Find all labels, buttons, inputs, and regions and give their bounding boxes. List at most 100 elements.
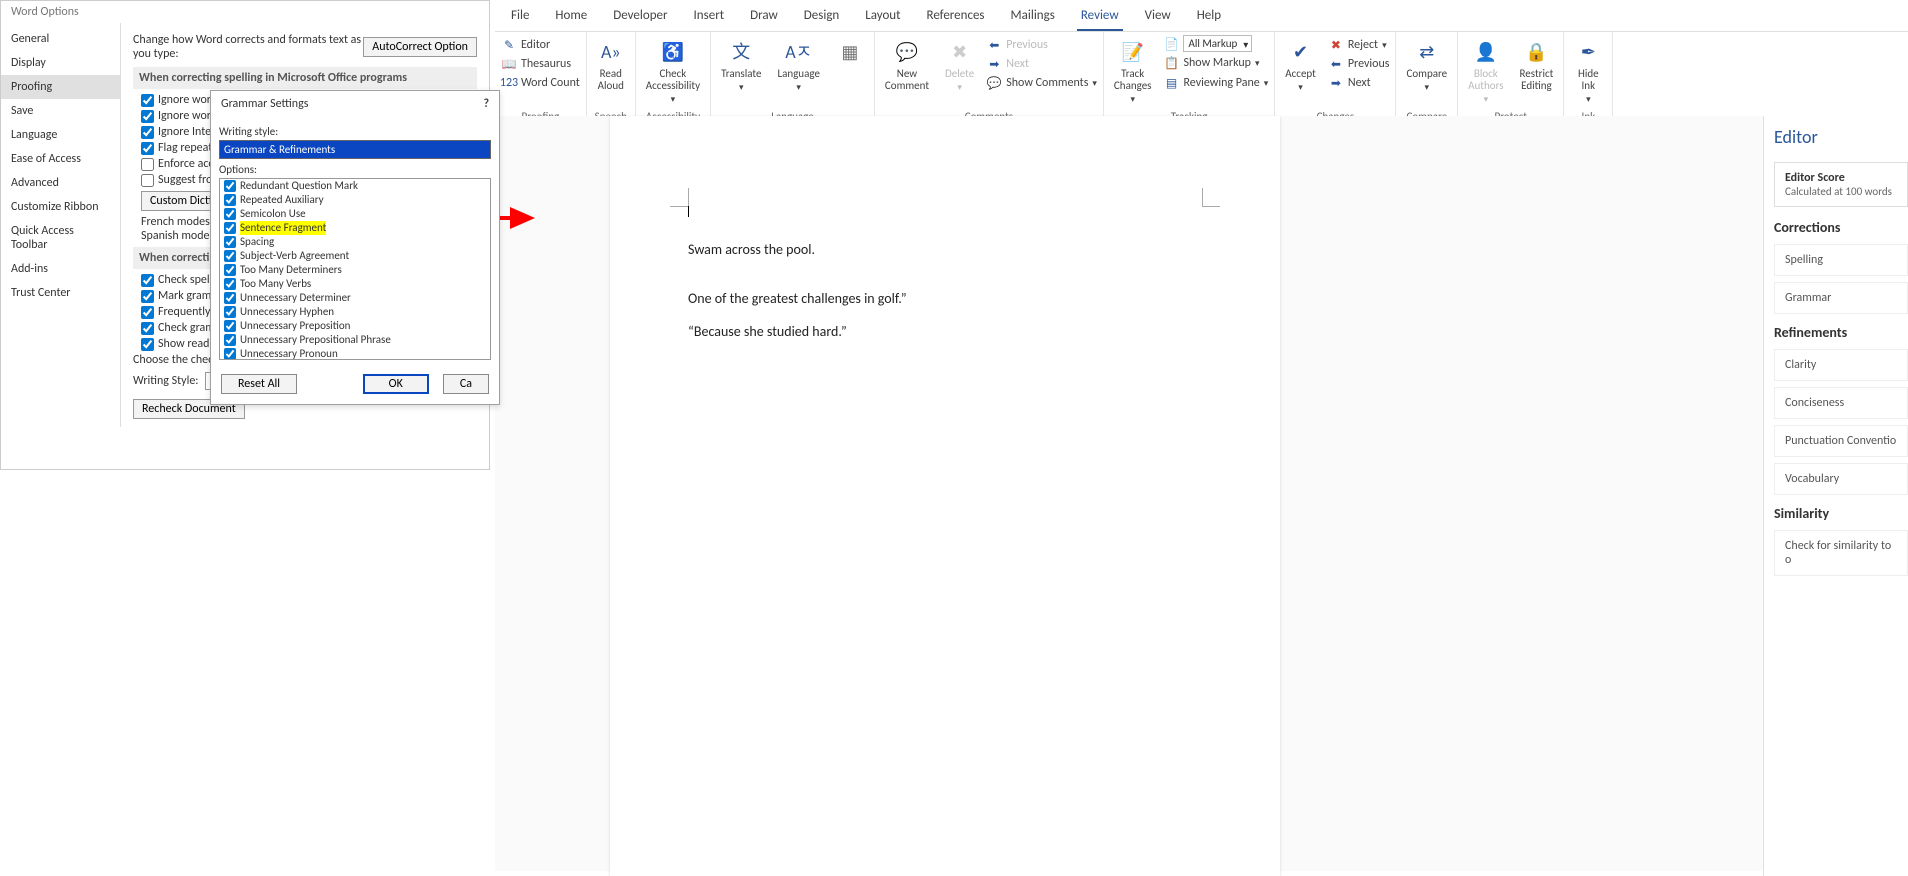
grammar-option-checkbox[interactable] [224, 264, 236, 276]
tab-view[interactable]: View [1141, 6, 1175, 31]
grammar-option-item[interactable]: Unnecessary Pronoun [220, 347, 490, 360]
editor-clarity-item[interactable]: Clarity [1774, 349, 1908, 381]
grammar-option-checkbox[interactable] [224, 278, 236, 290]
restrict-editing-button[interactable]: 🔒Restrict Editing [1516, 36, 1558, 94]
grammar-option-checkbox[interactable] [224, 222, 236, 234]
nav-trust[interactable]: Trust Center [1, 281, 120, 305]
document-area: Swam across the pool. One of the greates… [495, 116, 1908, 871]
paragraph[interactable]: Swam across the pool. [688, 241, 1202, 258]
tab-home[interactable]: Home [551, 6, 591, 31]
editor-conciseness-item[interactable]: Conciseness [1774, 387, 1908, 419]
grammar-option-checkbox[interactable] [224, 236, 236, 248]
grammar-option-checkbox[interactable] [224, 180, 236, 192]
thesaurus-button[interactable]: 📖Thesaurus [501, 55, 580, 73]
check-accessibility-button[interactable]: ♿Check Accessibility [642, 36, 704, 108]
tab-help[interactable]: Help [1193, 6, 1225, 31]
cancel-button[interactable]: Ca [443, 374, 489, 394]
accept-button[interactable]: ✔Accept [1281, 36, 1320, 96]
nav-proofing[interactable]: Proofing [1, 75, 120, 99]
grammar-option-checkbox[interactable] [224, 334, 236, 346]
nav-advanced[interactable]: Advanced [1, 171, 120, 195]
markup-dropdown[interactable]: All Markup [1183, 37, 1252, 51]
nav-general[interactable]: General [1, 27, 120, 51]
help-icon[interactable]: ? [483, 97, 489, 111]
grammar-option-item[interactable]: Semicolon Use [220, 207, 490, 221]
nav-ease[interactable]: Ease of Access [1, 147, 120, 171]
grammar-option-label: Too Many Determiners [240, 263, 342, 277]
tab-draw[interactable]: Draw [746, 6, 782, 31]
nav-addins[interactable]: Add-ins [1, 257, 120, 281]
nav-qat[interactable]: Quick Access Toolbar [1, 219, 120, 257]
grammar-option-checkbox[interactable] [224, 292, 236, 304]
delete-comment-button[interactable]: ✖Delete [941, 36, 978, 96]
nav-language[interactable]: Language [1, 123, 120, 147]
editor-grammar-item[interactable]: Grammar [1774, 282, 1908, 314]
paragraph[interactable]: One of the greatest challenges in golf.” [688, 290, 1202, 307]
writing-style-dropdown[interactable]: Grammar & Refinements [219, 140, 491, 159]
tab-file[interactable]: File [507, 6, 533, 31]
show-comments-button[interactable]: 💬Show Comments [986, 74, 1097, 92]
reject-button[interactable]: ✖Reject [1328, 36, 1390, 54]
grammar-option-item[interactable]: Unnecessary Prepositional Phrase [220, 333, 490, 347]
new-comment-button[interactable]: 💬New Comment [881, 36, 933, 94]
tab-references[interactable]: References [923, 6, 989, 31]
language-button[interactable]: AㅈLanguage [773, 36, 823, 96]
grammar-options-list[interactable]: Redundant Question MarkRepeated Auxiliar… [219, 178, 491, 360]
show-markup-button[interactable]: 📋Show Markup [1163, 54, 1268, 72]
grammar-option-item[interactable]: Repeated Auxiliary [220, 193, 490, 207]
tab-mailings[interactable]: Mailings [1007, 6, 1059, 31]
custom-dictionaries-button[interactable]: Custom Dicti [141, 191, 221, 211]
tab-review[interactable]: Review [1077, 6, 1123, 31]
grammar-option-checkbox[interactable] [224, 250, 236, 262]
editor-button[interactable]: ✎Editor [501, 36, 580, 54]
block-authors-button[interactable]: 👤Block Authors [1464, 36, 1507, 108]
grammar-option-checkbox[interactable] [224, 208, 236, 220]
grammar-option-item[interactable]: Sentence Fragment [220, 221, 490, 235]
editor-punctuation-item[interactable]: Punctuation Conventio [1774, 425, 1908, 457]
paragraph[interactable]: “Because she studied hard.” [688, 323, 1202, 340]
grammar-option-label: Too Many Verbs [240, 277, 311, 291]
ok-button[interactable]: OK [363, 374, 429, 394]
document-page[interactable]: Swam across the pool. One of the greates… [610, 116, 1280, 876]
grammar-option-item[interactable]: Redundant Question Mark [220, 179, 490, 193]
grammar-option-item[interactable]: Unnecessary Hyphen [220, 305, 490, 319]
next-comment-button[interactable]: ➡Next [986, 55, 1097, 73]
tab-insert[interactable]: Insert [690, 6, 729, 31]
tab-design[interactable]: Design [800, 6, 843, 31]
lang-extra-button[interactable]: ▦ [832, 36, 868, 68]
word-count-button[interactable]: 123Word Count [501, 74, 580, 92]
grammar-option-item[interactable]: Too Many Verbs [220, 277, 490, 291]
editor-score-card[interactable]: Editor Score Calculated at 100 words [1774, 162, 1908, 207]
editor-spelling-item[interactable]: Spelling [1774, 244, 1908, 276]
autocorrect-options-button[interactable]: AutoCorrect Option [363, 37, 477, 57]
nav-save[interactable]: Save [1, 99, 120, 123]
tab-developer[interactable]: Developer [609, 6, 671, 31]
grammar-option-checkbox[interactable] [224, 348, 236, 360]
editor-vocabulary-item[interactable]: Vocabulary [1774, 463, 1908, 495]
grammar-option-checkbox[interactable] [224, 194, 236, 206]
reset-all-button[interactable]: Reset All [221, 374, 297, 394]
hide-ink-button[interactable]: ✒Hide Ink [1570, 36, 1606, 108]
previous-change-button[interactable]: ⬅Previous [1328, 55, 1390, 73]
grammar-option-item[interactable]: Too Many Determiners [220, 263, 490, 277]
tab-layout[interactable]: Layout [861, 6, 904, 31]
previous-comment-button[interactable]: ⬅Previous [986, 36, 1097, 54]
editor-similarity-item[interactable]: Check for similarity to o [1774, 530, 1908, 576]
track-changes-button[interactable]: 📝Track Changes [1110, 36, 1156, 108]
translate-button[interactable]: 文Translate [717, 36, 765, 96]
grammar-option-label: Subject-Verb Agreement [240, 249, 349, 263]
grammar-option-checkbox[interactable] [224, 306, 236, 318]
grammar-option-item[interactable]: Subject-Verb Agreement [220, 249, 490, 263]
reviewing-pane-button[interactable]: ▤Reviewing Pane [1163, 74, 1268, 92]
next-change-button[interactable]: ➡Next [1328, 74, 1390, 92]
hide-ink-icon: ✒ [1574, 38, 1602, 66]
nav-customize-ribbon[interactable]: Customize Ribbon [1, 195, 120, 219]
grammar-option-item[interactable]: Unnecessary Determiner [220, 291, 490, 305]
nav-display[interactable]: Display [1, 51, 120, 75]
grammar-option-checkbox[interactable] [224, 320, 236, 332]
compare-button[interactable]: ⇄Compare [1402, 36, 1451, 96]
grammar-option-item[interactable]: Spacing [220, 235, 490, 249]
read-aloud-button[interactable]: A»Read Aloud [593, 36, 629, 94]
show-comments-icon: 💬 [986, 75, 1002, 91]
grammar-option-item[interactable]: Unnecessary Preposition [220, 319, 490, 333]
